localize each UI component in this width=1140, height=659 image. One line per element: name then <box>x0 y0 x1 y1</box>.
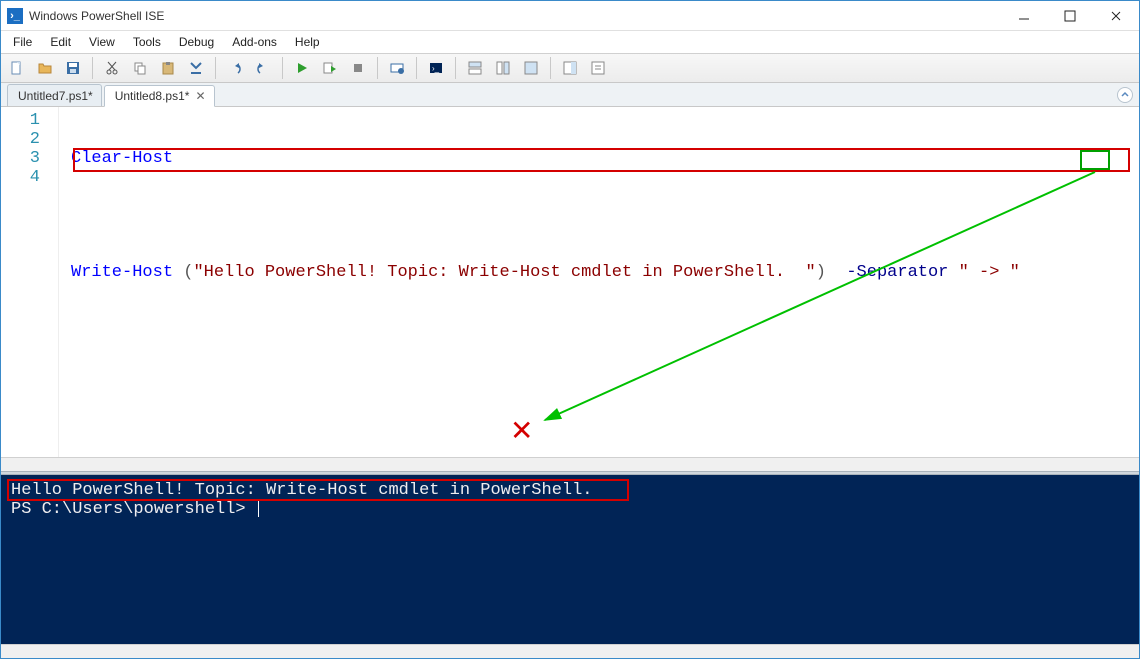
run-script-button[interactable] <box>290 56 314 80</box>
menu-tools[interactable]: Tools <box>125 33 169 51</box>
file-tabs: Untitled7.ps1* Untitled8.ps1* ✕ <box>1 83 1139 107</box>
show-command-addon-button[interactable] <box>558 56 582 80</box>
show-command-window-button[interactable] <box>586 56 610 80</box>
close-icon[interactable]: ✕ <box>195 90 205 102</box>
save-button[interactable] <box>61 56 85 80</box>
new-file-button[interactable] <box>5 56 29 80</box>
toolbar-separator <box>215 57 216 79</box>
toolbar-separator <box>416 57 417 79</box>
code-token: -> <box>969 263 1010 282</box>
close-button[interactable] <box>1093 1 1139 30</box>
start-powershell-button[interactable]: ›_ <box>424 56 448 80</box>
code-token: " <box>959 263 969 282</box>
toolbar-separator <box>455 57 456 79</box>
paste-button[interactable] <box>156 56 180 80</box>
code-token: -Separator <box>846 263 948 282</box>
code-token <box>948 263 958 282</box>
maximize-button[interactable] <box>1047 1 1093 30</box>
line-number: 3 <box>1 149 40 168</box>
menu-help[interactable]: Help <box>287 33 328 51</box>
title-bar: ›_ Windows PowerShell ISE <box>1 1 1139 31</box>
line-number: 1 <box>1 111 40 130</box>
console-cursor <box>258 501 259 517</box>
window-title: Windows PowerShell ISE <box>29 9 164 23</box>
show-script-right-button[interactable] <box>491 56 515 80</box>
file-tab-label: Untitled8.ps1* <box>115 89 190 103</box>
code-token: ( <box>173 263 193 282</box>
menu-bar: File Edit View Tools Debug Add-ons Help <box>1 31 1139 53</box>
toolbar: ›_ <box>1 53 1139 83</box>
clear-console-button[interactable] <box>184 56 208 80</box>
cut-button[interactable] <box>100 56 124 80</box>
menu-debug[interactable]: Debug <box>171 33 222 51</box>
toolbar-separator <box>282 57 283 79</box>
window-controls <box>1001 1 1139 30</box>
stop-button[interactable] <box>346 56 370 80</box>
toolbar-separator <box>377 57 378 79</box>
code-area[interactable]: Clear-Host Write-Host ("Hello PowerShell… <box>59 107 1139 457</box>
minimize-button[interactable] <box>1001 1 1047 30</box>
line-number: 4 <box>1 168 40 187</box>
copy-button[interactable] <box>128 56 152 80</box>
menu-addons[interactable]: Add-ons <box>224 33 285 51</box>
console-output: Hello PowerShell! Topic: Write-Host cmdl… <box>11 481 1129 500</box>
line-number: 2 <box>1 130 40 149</box>
console-pane[interactable]: Hello PowerShell! Topic: Write-Host cmdl… <box>1 475 1139 644</box>
new-remote-tab-button[interactable] <box>385 56 409 80</box>
menu-edit[interactable]: Edit <box>42 33 79 51</box>
line-number-gutter: 1 2 3 4 <box>1 107 59 457</box>
collapse-script-pane-button[interactable] <box>1117 87 1133 103</box>
show-script-top-button[interactable] <box>463 56 487 80</box>
undo-button[interactable] <box>223 56 247 80</box>
file-tab-label: Untitled7.ps1* <box>18 89 93 103</box>
file-tab-untitled8[interactable]: Untitled8.ps1* ✕ <box>104 85 215 107</box>
menu-file[interactable]: File <box>5 33 40 51</box>
app-icon: ›_ <box>7 8 23 24</box>
code-token: Clear-Host <box>71 149 173 168</box>
run-selection-button[interactable] <box>318 56 342 80</box>
file-tab-untitled7[interactable]: Untitled7.ps1* <box>7 84 102 106</box>
toolbar-separator <box>550 57 551 79</box>
code-token: ) <box>816 263 847 282</box>
open-file-button[interactable] <box>33 56 57 80</box>
redo-button[interactable] <box>251 56 275 80</box>
code-token: Write-Host <box>71 263 173 282</box>
menu-view[interactable]: View <box>81 33 123 51</box>
code-token: " <box>1010 263 1020 282</box>
console-horizontal-scrollbar[interactable] <box>1 644 1139 658</box>
console-prompt: PS C:\Users\powershell> <box>11 500 256 519</box>
svg-text:›_: ›_ <box>432 64 440 73</box>
toolbar-separator <box>92 57 93 79</box>
code-token: "Hello PowerShell! Topic: Write-Host cmd… <box>193 263 815 282</box>
editor-horizontal-scrollbar[interactable] <box>1 457 1139 471</box>
script-editor[interactable]: 1 2 3 4 Clear-Host Write-Host ("Hello Po… <box>1 107 1139 457</box>
show-script-max-button[interactable] <box>519 56 543 80</box>
